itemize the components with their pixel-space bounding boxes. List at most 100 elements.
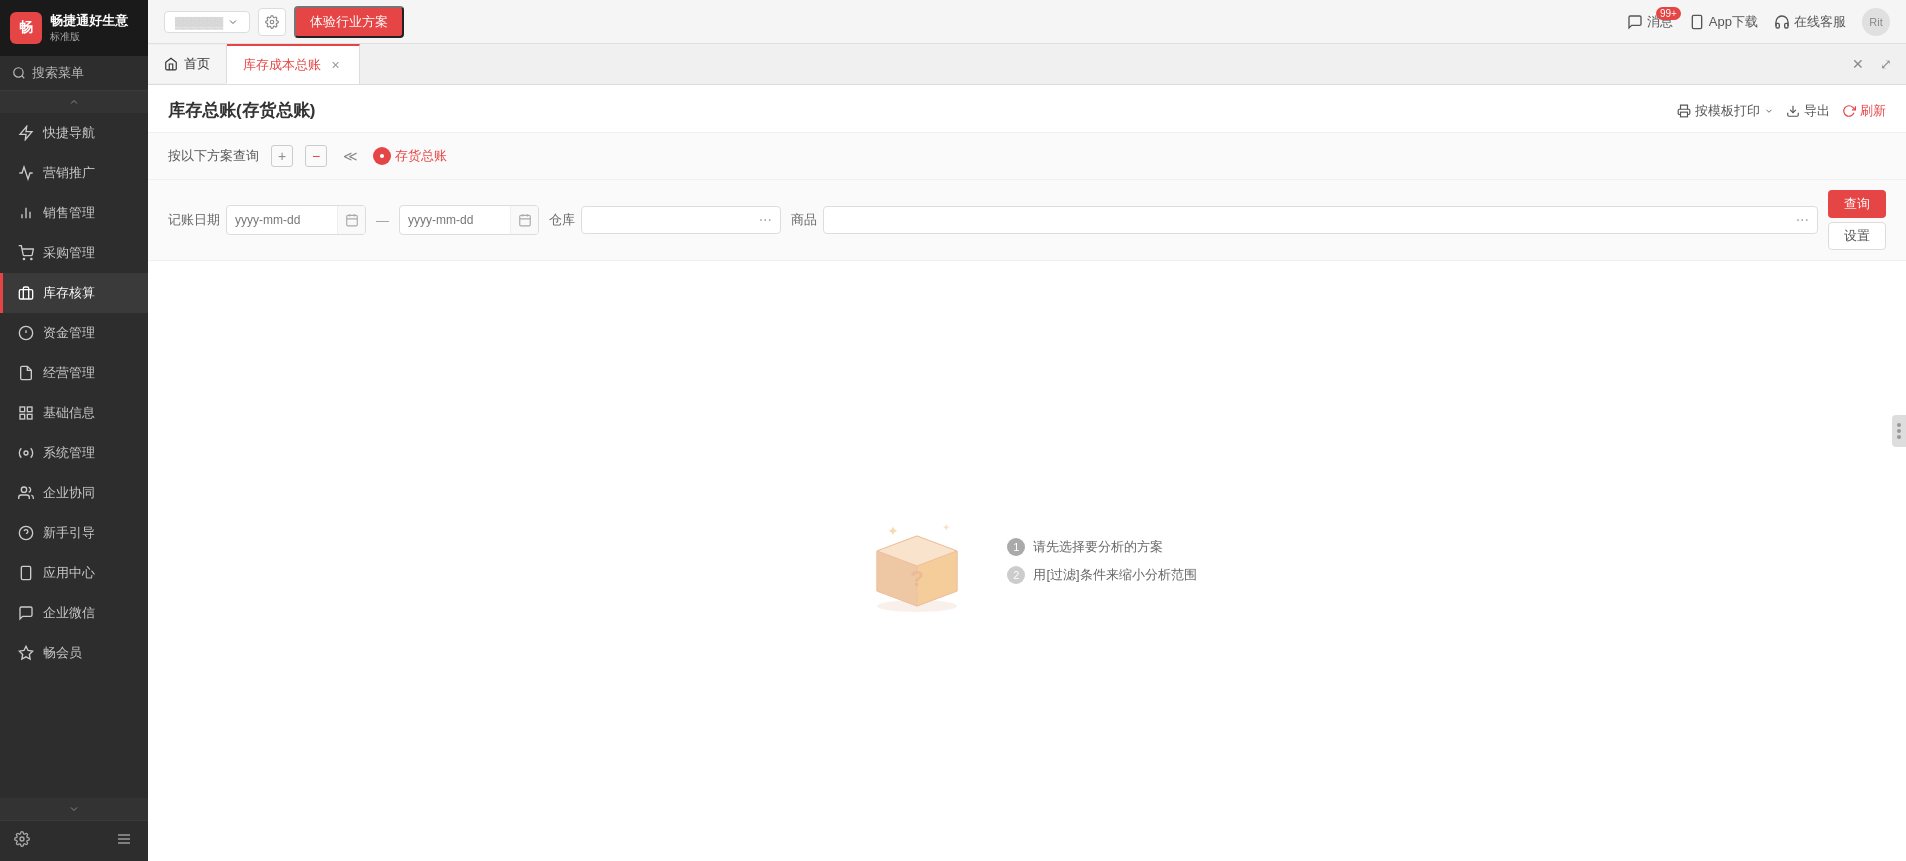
operations-icon xyxy=(17,364,35,382)
purchase-icon xyxy=(17,244,35,262)
goods-label: 商品 xyxy=(791,211,817,229)
online-service-button[interactable]: 在线客服 xyxy=(1774,13,1846,31)
tab-inventory-ledger-label: 库存成本总账 xyxy=(243,56,321,74)
headset-icon xyxy=(1774,14,1790,30)
date-separator: — xyxy=(372,213,393,228)
svg-rect-15 xyxy=(27,414,32,419)
warehouse-more-icon[interactable]: ··· xyxy=(759,211,772,229)
filter-scheme-item[interactable]: 存货总账 xyxy=(373,147,447,165)
quick-nav-icon xyxy=(17,124,35,142)
app-download-button[interactable]: App下载 xyxy=(1689,13,1758,31)
topbar-settings-icon[interactable] xyxy=(258,8,286,36)
refresh-button[interactable]: 刷新 xyxy=(1842,102,1886,120)
filter-add-button[interactable]: + xyxy=(271,145,293,167)
filter-collapse-button[interactable]: ≪ xyxy=(339,145,361,167)
topbar: ▓▓▓▓▓▓ 体验行业方案 消息 99+ App下载 在线客服 Rit xyxy=(148,0,1906,44)
warehouse-label: 仓库 xyxy=(549,211,575,229)
search-menu[interactable]: 搜索菜单 xyxy=(0,56,148,91)
sidebar-item-label: 企业微信 xyxy=(43,604,95,622)
marketing-icon xyxy=(17,164,35,182)
sidebar-item-appcenter[interactable]: 应用中心 xyxy=(0,553,148,593)
message-icon xyxy=(1627,14,1643,30)
sidebar-item-system[interactable]: 系统管理 xyxy=(0,433,148,473)
goods-input[interactable]: ··· xyxy=(823,206,1818,234)
date-end-calendar-icon[interactable] xyxy=(510,206,538,234)
panel-dot xyxy=(1897,423,1901,427)
date-start-calendar-icon[interactable] xyxy=(337,206,365,234)
print-button[interactable]: 按模板打印 xyxy=(1677,102,1774,120)
sidebar-item-guide[interactable]: 新手引导 xyxy=(0,513,148,553)
date-start-input[interactable] xyxy=(227,208,337,232)
filter-area: 按以下方案查询 + − ≪ 存货总账 xyxy=(148,133,1906,180)
appcenter-icon xyxy=(17,564,35,582)
sidebar-item-operations[interactable]: 经营管理 xyxy=(0,353,148,393)
sidebar-item-basic[interactable]: 基础信息 xyxy=(0,393,148,433)
messages-button[interactable]: 消息 99+ xyxy=(1627,13,1673,31)
tab-home[interactable]: 首页 xyxy=(148,45,227,83)
page-actions: 按模板打印 导出 刷新 xyxy=(1677,102,1886,120)
svg-rect-14 xyxy=(20,414,25,419)
right-panel-toggle[interactable] xyxy=(1892,415,1906,447)
system-icon xyxy=(17,444,35,462)
sidebar-scroll-down[interactable] xyxy=(0,798,148,820)
sidebar-item-inventory[interactable]: 库存核算 xyxy=(0,273,148,313)
svg-point-16 xyxy=(24,451,28,455)
svg-point-23 xyxy=(20,837,24,841)
svg-point-0 xyxy=(14,68,23,77)
enterprise-icon xyxy=(17,484,35,502)
svg-rect-28 xyxy=(1692,15,1701,28)
collapse-sidebar-icon[interactable] xyxy=(114,831,134,851)
print-dropdown-icon xyxy=(1764,106,1774,116)
settings-gear-icon[interactable] xyxy=(14,831,30,851)
member-icon xyxy=(17,644,35,662)
sidebar-item-label: 企业协同 xyxy=(43,484,95,502)
sidebar-item-marketing[interactable]: 营销推广 xyxy=(0,153,148,193)
date-end-input[interactable] xyxy=(400,208,510,232)
warehouse-input[interactable]: ··· xyxy=(581,206,781,234)
user-avatar[interactable]: Rit xyxy=(1862,8,1890,36)
date-end-input-wrap[interactable] xyxy=(399,205,539,235)
sidebar-item-purchase[interactable]: 采购管理 xyxy=(0,233,148,273)
sidebar-item-wechat[interactable]: 企业微信 xyxy=(0,593,148,633)
promo-button[interactable]: 体验行业方案 xyxy=(294,6,404,38)
export-label: 导出 xyxy=(1804,102,1830,120)
tab-close-panel-button[interactable]: ✕ xyxy=(1846,52,1870,76)
breadcrumb[interactable]: ▓▓▓▓▓▓ xyxy=(164,11,250,33)
sales-icon xyxy=(17,204,35,222)
filter-action-buttons: 查询 设置 xyxy=(1828,190,1886,250)
sidebar-item-finance[interactable]: 资金管理 xyxy=(0,313,148,353)
app-download-label: App下载 xyxy=(1709,13,1758,31)
sidebar-item-quick-nav[interactable]: 快捷导航 xyxy=(0,113,148,153)
sidebar-item-label: 资金管理 xyxy=(43,324,95,342)
filter-settings-button[interactable]: 设置 xyxy=(1828,222,1886,250)
refresh-label: 刷新 xyxy=(1860,102,1886,120)
date-start-input-wrap[interactable] xyxy=(226,205,366,235)
tab-close-button[interactable]: ✕ xyxy=(327,57,343,73)
sidebar-scroll-up[interactable] xyxy=(0,91,148,113)
tab-expand-button[interactable]: ⤢ xyxy=(1874,52,1898,76)
query-button[interactable]: 查询 xyxy=(1828,190,1886,218)
sidebar-item-label: 基础信息 xyxy=(43,404,95,422)
filter-scheme-label: 存货总账 xyxy=(395,147,447,165)
svg-line-1 xyxy=(22,76,25,79)
sidebar-item-label: 应用中心 xyxy=(43,564,95,582)
goods-more-icon[interactable]: ··· xyxy=(1796,211,1809,229)
export-button[interactable]: 导出 xyxy=(1786,102,1830,120)
tabbar: 首页 库存成本总账 ✕ ✕ ⤢ xyxy=(148,44,1906,85)
svg-rect-13 xyxy=(27,407,32,412)
filter-remove-button[interactable]: − xyxy=(305,145,327,167)
tab-home-label: 首页 xyxy=(184,55,210,73)
chevron-down-icon xyxy=(227,16,239,28)
message-badge: 99+ xyxy=(1656,7,1681,20)
sidebar-item-sales[interactable]: 销售管理 xyxy=(0,193,148,233)
tab-inventory-ledger[interactable]: 库存成本总账 ✕ xyxy=(227,44,360,84)
export-icon xyxy=(1786,104,1800,118)
sidebar-item-enterprise[interactable]: 企业协同 xyxy=(0,473,148,513)
app-name: 畅捷通好生意 xyxy=(50,13,128,30)
sidebar-item-label: 畅会员 xyxy=(43,644,82,662)
sidebar-item-member[interactable]: 畅会员 xyxy=(0,633,148,673)
svg-marker-2 xyxy=(20,126,32,139)
logo-icon: 畅 xyxy=(10,12,42,44)
step1-number: 1 xyxy=(1007,538,1025,556)
user-name: Rit xyxy=(1869,16,1882,28)
